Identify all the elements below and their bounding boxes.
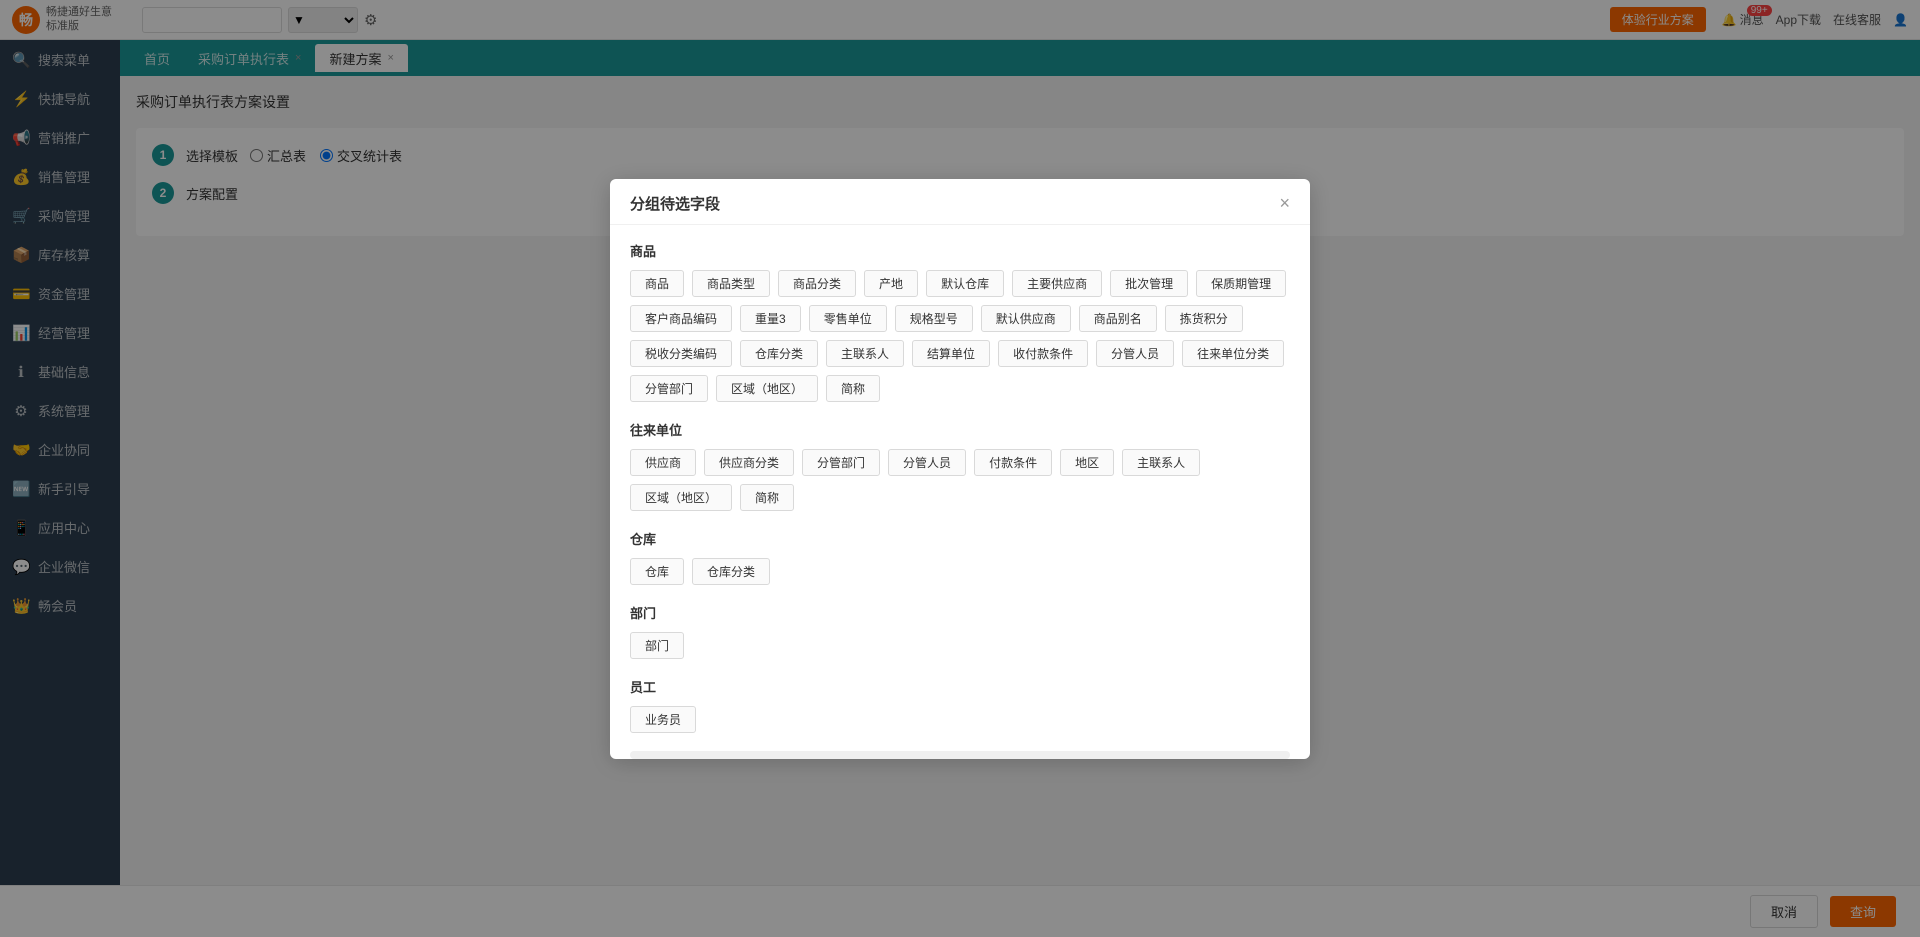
field-tag[interactable]: 仓库 <box>630 558 684 585</box>
field-tag[interactable]: 默认供应商 <box>981 305 1071 332</box>
field-group-dept: 部门 部门 <box>630 603 1290 659</box>
field-tag[interactable]: 付款条件 <box>974 449 1052 476</box>
dialog-horizontal-scrollbar[interactable] <box>630 751 1290 759</box>
field-tag[interactable]: 仓库分类 <box>740 340 818 367</box>
field-tag[interactable]: 往来单位分类 <box>1182 340 1284 367</box>
field-tags-dept: 部门 <box>630 632 1290 659</box>
field-tag[interactable]: 税收分类编码 <box>630 340 732 367</box>
field-tag[interactable]: 仓库分类 <box>692 558 770 585</box>
field-tag[interactable]: 商品 <box>630 270 684 297</box>
field-tag[interactable]: 零售单位 <box>809 305 887 332</box>
field-tag[interactable]: 主联系人 <box>1122 449 1200 476</box>
field-group-partner-title: 往来单位 <box>630 420 1290 439</box>
dialog-body: 商品 商品 商品类型 商品分类 产地 默认仓库 主要供应商 批次管理 保质期管理… <box>610 225 1310 751</box>
field-group-goods-title: 商品 <box>630 241 1290 260</box>
field-tag[interactable]: 简称 <box>740 484 794 511</box>
field-tag[interactable]: 主联系人 <box>826 340 904 367</box>
dialog-close-icon[interactable]: × <box>1279 194 1290 212</box>
dialog-title: 分组待选字段 <box>630 193 720 214</box>
field-tags-goods: 商品 商品类型 商品分类 产地 默认仓库 主要供应商 批次管理 保质期管理 客户… <box>630 270 1290 402</box>
dialog-header: 分组待选字段 × <box>610 179 1310 225</box>
field-group-warehouse-title: 仓库 <box>630 529 1290 548</box>
field-tag[interactable]: 批次管理 <box>1110 270 1188 297</box>
field-tags-warehouse: 仓库 仓库分类 <box>630 558 1290 585</box>
field-group-employee-title: 员工 <box>630 677 1290 696</box>
field-tag[interactable]: 分管人员 <box>1096 340 1174 367</box>
field-tag[interactable]: 简称 <box>826 375 880 402</box>
field-group-partner: 往来单位 供应商 供应商分类 分管部门 分管人员 付款条件 地区 主联系人 区域… <box>630 420 1290 511</box>
field-tag[interactable]: 拣货积分 <box>1165 305 1243 332</box>
field-tag[interactable]: 结算单位 <box>912 340 990 367</box>
field-tag[interactable]: 区域（地区） <box>716 375 818 402</box>
field-tag[interactable]: 重量3 <box>740 305 801 332</box>
field-tag[interactable]: 分管人员 <box>888 449 966 476</box>
field-tag[interactable]: 分管部门 <box>802 449 880 476</box>
field-tag[interactable]: 客户商品编码 <box>630 305 732 332</box>
field-tag[interactable]: 区域（地区） <box>630 484 732 511</box>
field-tags-partner: 供应商 供应商分类 分管部门 分管人员 付款条件 地区 主联系人 区域（地区） … <box>630 449 1290 511</box>
field-tag[interactable]: 商品分类 <box>778 270 856 297</box>
field-tag[interactable]: 业务员 <box>630 706 696 733</box>
field-group-employee: 员工 业务员 <box>630 677 1290 733</box>
field-tag[interactable]: 部门 <box>630 632 684 659</box>
field-tag[interactable]: 默认仓库 <box>926 270 1004 297</box>
field-group-warehouse: 仓库 仓库 仓库分类 <box>630 529 1290 585</box>
field-tag[interactable]: 供应商 <box>630 449 696 476</box>
field-tag[interactable]: 保质期管理 <box>1196 270 1286 297</box>
field-tag[interactable]: 主要供应商 <box>1012 270 1102 297</box>
field-tag[interactable]: 商品类型 <box>692 270 770 297</box>
field-tag[interactable]: 地区 <box>1060 449 1114 476</box>
field-select-dialog: 分组待选字段 × 商品 商品 商品类型 商品分类 产地 默认仓库 主要供应商 批… <box>610 179 1310 759</box>
field-group-dept-title: 部门 <box>630 603 1290 622</box>
field-group-goods: 商品 商品 商品类型 商品分类 产地 默认仓库 主要供应商 批次管理 保质期管理… <box>630 241 1290 402</box>
field-tag[interactable]: 产地 <box>864 270 918 297</box>
field-tag[interactable]: 商品别名 <box>1079 305 1157 332</box>
modal-overlay: 分组待选字段 × 商品 商品 商品类型 商品分类 产地 默认仓库 主要供应商 批… <box>0 0 1920 937</box>
field-tag[interactable]: 收付款条件 <box>998 340 1088 367</box>
field-tag[interactable]: 供应商分类 <box>704 449 794 476</box>
field-tags-employee: 业务员 <box>630 706 1290 733</box>
field-tag[interactable]: 分管部门 <box>630 375 708 402</box>
field-tag[interactable]: 规格型号 <box>895 305 973 332</box>
